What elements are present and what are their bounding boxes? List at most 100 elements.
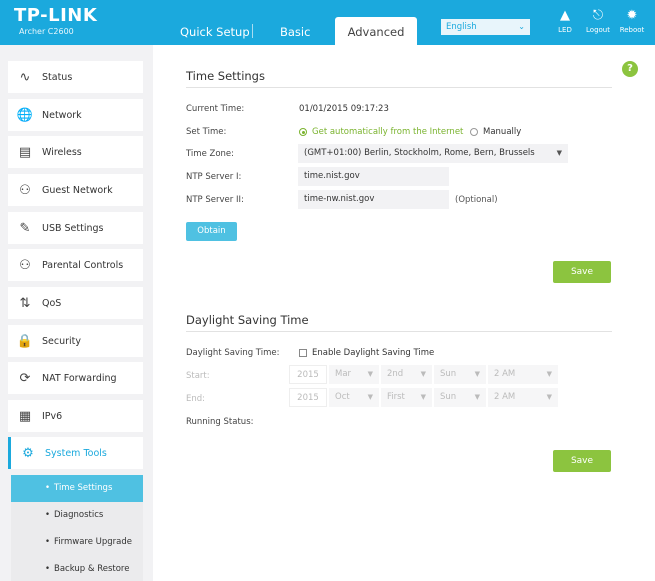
sidebar-subitem-firmware-upgrade[interactable]: Firmware Upgrade <box>11 529 143 556</box>
start-week-select[interactable]: 2nd ▼ <box>381 365 432 384</box>
reboot-button[interactable]: ✹ Reboot <box>615 8 649 34</box>
nat-icon: ⟳ <box>19 370 31 386</box>
end-day-value: Sun <box>440 392 457 402</box>
end-week-value: First <box>387 392 405 402</box>
globe-icon: 🌐 <box>16 107 34 123</box>
sidebar-item-label: Guest Network <box>42 184 113 196</box>
chevron-down-icon: ⌄ <box>518 22 525 31</box>
reboot-icon: ✹ <box>626 8 638 23</box>
model-name: Archer C2600 <box>19 27 74 36</box>
status-icon: ∿ <box>19 69 31 85</box>
ntp-server-2-input[interactable]: time-nw.nist.gov <box>298 190 449 209</box>
led-icon: ▲ <box>560 8 570 23</box>
radio-label: Manually <box>483 127 522 137</box>
sidebar-item-ipv6[interactable]: ▦ IPv6 <box>8 400 143 432</box>
usb-icon: ✎ <box>19 220 31 236</box>
save-time-settings-button[interactable]: Save <box>553 261 611 283</box>
ntp-server-2-label: NTP Server II: <box>186 195 244 205</box>
set-time-label: Set Time: <box>186 127 227 137</box>
start-time-select[interactable]: 2 AM ▼ <box>488 365 558 384</box>
current-time-label: Current Time: <box>186 104 245 114</box>
dropdown-arrow-icon: ▼ <box>546 393 552 401</box>
sidebar-item-nat-forwarding[interactable]: ⟳ NAT Forwarding <box>8 362 143 394</box>
brand-logo: TP-LINK <box>14 5 98 26</box>
sidebar-item-label: Wireless <box>42 146 82 158</box>
radio-auto-internet[interactable]: Get automatically from the Internet <box>299 127 463 137</box>
start-week-value: 2nd <box>387 369 404 379</box>
sidebar-item-security[interactable]: 🔒 Security <box>8 325 143 357</box>
start-year-input[interactable]: 2015 <box>289 365 327 384</box>
sidebar-subitem-time-settings[interactable]: Time Settings <box>11 475 143 502</box>
start-month-value: Mar <box>335 369 352 379</box>
tab-advanced[interactable]: Advanced <box>335 17 417 45</box>
sidebar-item-label: Security <box>42 335 82 347</box>
end-time-value: 2 AM <box>494 392 516 402</box>
reboot-label: Reboot <box>619 26 645 34</box>
sidebar-item-label: Network <box>42 109 82 121</box>
dst-start-label: Start: <box>186 371 210 381</box>
sidebar-item-wireless[interactable]: ▤ Wireless <box>8 136 143 168</box>
tab-quick-setup[interactable]: Quick Setup <box>180 25 250 39</box>
tab-basic[interactable]: Basic <box>280 25 310 39</box>
top-bar: TP-LINK Archer C2600 Quick Setup Basic A… <box>0 0 655 45</box>
end-week-select[interactable]: First ▼ <box>381 388 432 407</box>
dst-label: Daylight Saving Time: <box>186 348 280 358</box>
sidebar-item-qos[interactable]: ⇅ QoS <box>8 287 143 319</box>
dst-title: Daylight Saving Time <box>186 313 309 327</box>
obtain-button[interactable]: Obtain <box>186 222 237 241</box>
time-zone-value: (GMT+01:00) Berlin, Stockholm, Rome, Ber… <box>304 148 535 158</box>
sidebar-item-label: System Tools <box>45 447 107 459</box>
radio-indicator <box>470 128 478 136</box>
end-month-select[interactable]: Oct ▼ <box>329 388 379 407</box>
wireless-icon: ▤ <box>18 144 32 160</box>
radio-manually[interactable]: Manually <box>470 127 521 137</box>
lock-icon: 🔒 <box>16 333 34 349</box>
sidebar-subitem-backup-restore[interactable]: Backup & Restore <box>11 556 143 581</box>
sidebar-item-system-tools[interactable]: ⚙ System Tools <box>8 437 143 469</box>
dropdown-arrow-icon: ▼ <box>474 370 480 378</box>
ipv6-icon: ▦ <box>18 408 32 424</box>
current-time-value: 01/01/2015 09:17:23 <box>299 104 389 114</box>
optional-hint: (Optional) <box>455 195 498 205</box>
sidebar-item-usb-settings[interactable]: ✎ USB Settings <box>8 212 143 244</box>
start-day-select[interactable]: Sun ▼ <box>434 365 486 384</box>
sidebar-item-status[interactable]: ∿ Status <box>8 61 143 93</box>
help-button[interactable]: ? <box>622 61 638 77</box>
sidebar-item-network[interactable]: 🌐 Network <box>8 99 143 131</box>
language-select[interactable]: English ⌄ <box>441 19 530 35</box>
checkbox-label: Enable Daylight Saving Time <box>312 348 435 358</box>
gear-icon: ⚙ <box>22 445 34 461</box>
sidebar-item-label: NAT Forwarding <box>42 372 117 384</box>
end-year-input[interactable]: 2015 <box>289 388 327 407</box>
sidebar-item-parental-controls[interactable]: ⚇ Parental Controls <box>8 249 143 281</box>
ntp-server-1-input[interactable]: time.nist.gov <box>298 167 449 186</box>
radio-indicator <box>299 128 307 136</box>
logout-icon: ⎋ <box>592 8 604 23</box>
end-day-select[interactable]: Sun ▼ <box>434 388 486 407</box>
sidebar-subitem-diagnostics[interactable]: Diagnostics <box>11 502 143 529</box>
running-status-label: Running Status: <box>186 417 254 427</box>
start-month-select[interactable]: Mar ▼ <box>329 365 379 384</box>
dropdown-arrow-icon: ▼ <box>420 370 426 378</box>
start-time-value: 2 AM <box>494 369 516 379</box>
sidebar-item-label: Status <box>42 71 73 83</box>
time-settings-title: Time Settings <box>186 69 265 83</box>
end-month-value: Oct <box>335 392 350 402</box>
save-dst-button[interactable]: Save <box>553 450 611 472</box>
sidebar-item-label: USB Settings <box>42 222 104 234</box>
logout-button[interactable]: ⎋ Logout <box>581 8 615 34</box>
time-zone-select[interactable]: (GMT+01:00) Berlin, Stockholm, Rome, Ber… <box>298 144 568 163</box>
checkbox-box <box>299 349 307 357</box>
dropdown-arrow-icon: ▼ <box>367 393 373 401</box>
dropdown-arrow-icon: ▼ <box>474 393 480 401</box>
enable-dst-checkbox[interactable]: Enable Daylight Saving Time <box>299 348 434 358</box>
led-label: LED <box>558 26 572 34</box>
ntp-server-1-label: NTP Server I: <box>186 172 242 182</box>
language-value: English <box>446 22 477 32</box>
end-time-select[interactable]: 2 AM ▼ <box>488 388 558 407</box>
sidebar-item-guest-network[interactable]: ⚇ Guest Network <box>8 174 143 206</box>
dropdown-arrow-icon: ▼ <box>546 370 552 378</box>
tab-divider <box>252 24 253 38</box>
parental-icon: ⚇ <box>19 257 31 273</box>
led-button[interactable]: ▲ LED <box>548 8 582 34</box>
